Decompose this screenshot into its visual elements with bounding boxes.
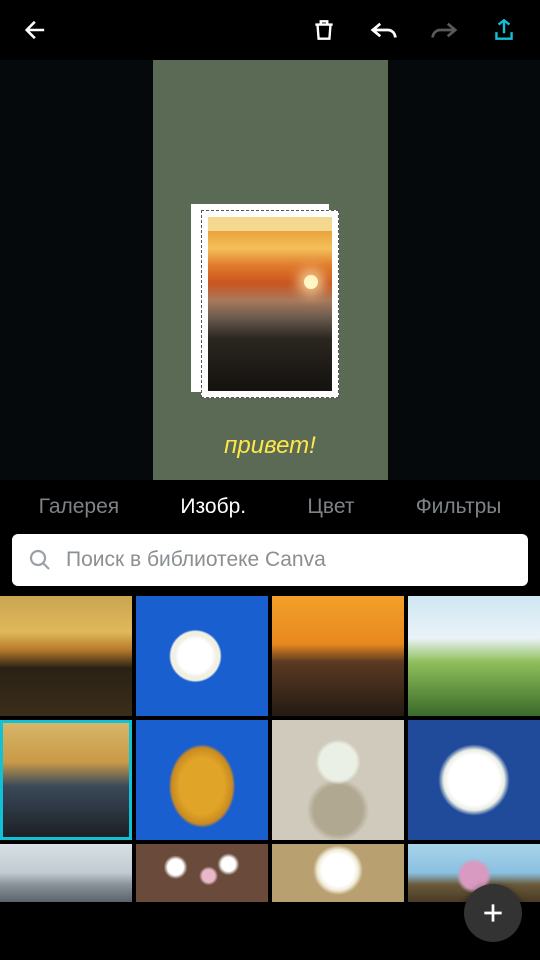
image-grid (0, 596, 540, 960)
thumb-9[interactable] (136, 844, 268, 902)
thumb-6[interactable] (272, 720, 404, 840)
thumb-10[interactable] (272, 844, 404, 902)
photo-stack[interactable] (201, 210, 339, 398)
delete-button[interactable] (308, 14, 340, 46)
sun-glow (304, 275, 318, 289)
tab-filters[interactable]: Фильтры (416, 495, 502, 519)
bottom-tabs: Галерея Изобр. Цвет Фильтры (0, 480, 540, 534)
thumb-4[interactable] (0, 720, 132, 840)
thumb-2[interactable] (272, 596, 404, 716)
greeting-text[interactable]: привет! (153, 432, 388, 460)
tab-color[interactable]: Цвет (307, 495, 354, 519)
thumb-0[interactable] (0, 596, 132, 716)
thumb-7[interactable] (408, 720, 540, 840)
tab-gallery[interactable]: Галерея (39, 495, 120, 519)
thumb-5[interactable] (136, 720, 268, 840)
design-canvas[interactable]: привет! (153, 60, 388, 480)
top-toolbar (0, 0, 540, 60)
thumb-8[interactable] (0, 844, 132, 902)
undo-icon (369, 20, 399, 40)
app-root: привет! Галерея Изобр. Цвет Фильтры Поис… (0, 0, 540, 960)
share-button[interactable] (488, 14, 520, 46)
redo-button[interactable] (428, 14, 460, 46)
canvas-area: привет! (0, 60, 540, 480)
redo-icon (429, 20, 459, 40)
back-button[interactable] (20, 14, 52, 46)
undo-button[interactable] (368, 14, 400, 46)
photo-frame-front[interactable] (201, 210, 339, 398)
arrow-left-icon (22, 16, 50, 44)
add-button[interactable] (464, 884, 522, 942)
tab-images[interactable]: Изобр. (180, 495, 246, 519)
search-placeholder: Поиск в библиотеке Canva (66, 548, 326, 572)
inserted-photo[interactable] (208, 217, 332, 391)
thumb-1[interactable] (136, 596, 268, 716)
plus-icon (480, 900, 506, 926)
search-input[interactable]: Поиск в библиотеке Canva (12, 534, 528, 586)
thumb-3[interactable] (408, 596, 540, 716)
share-icon (491, 17, 517, 43)
search-wrap: Поиск в библиотеке Canva (0, 534, 540, 596)
search-icon (28, 548, 52, 572)
trash-icon (311, 17, 337, 43)
